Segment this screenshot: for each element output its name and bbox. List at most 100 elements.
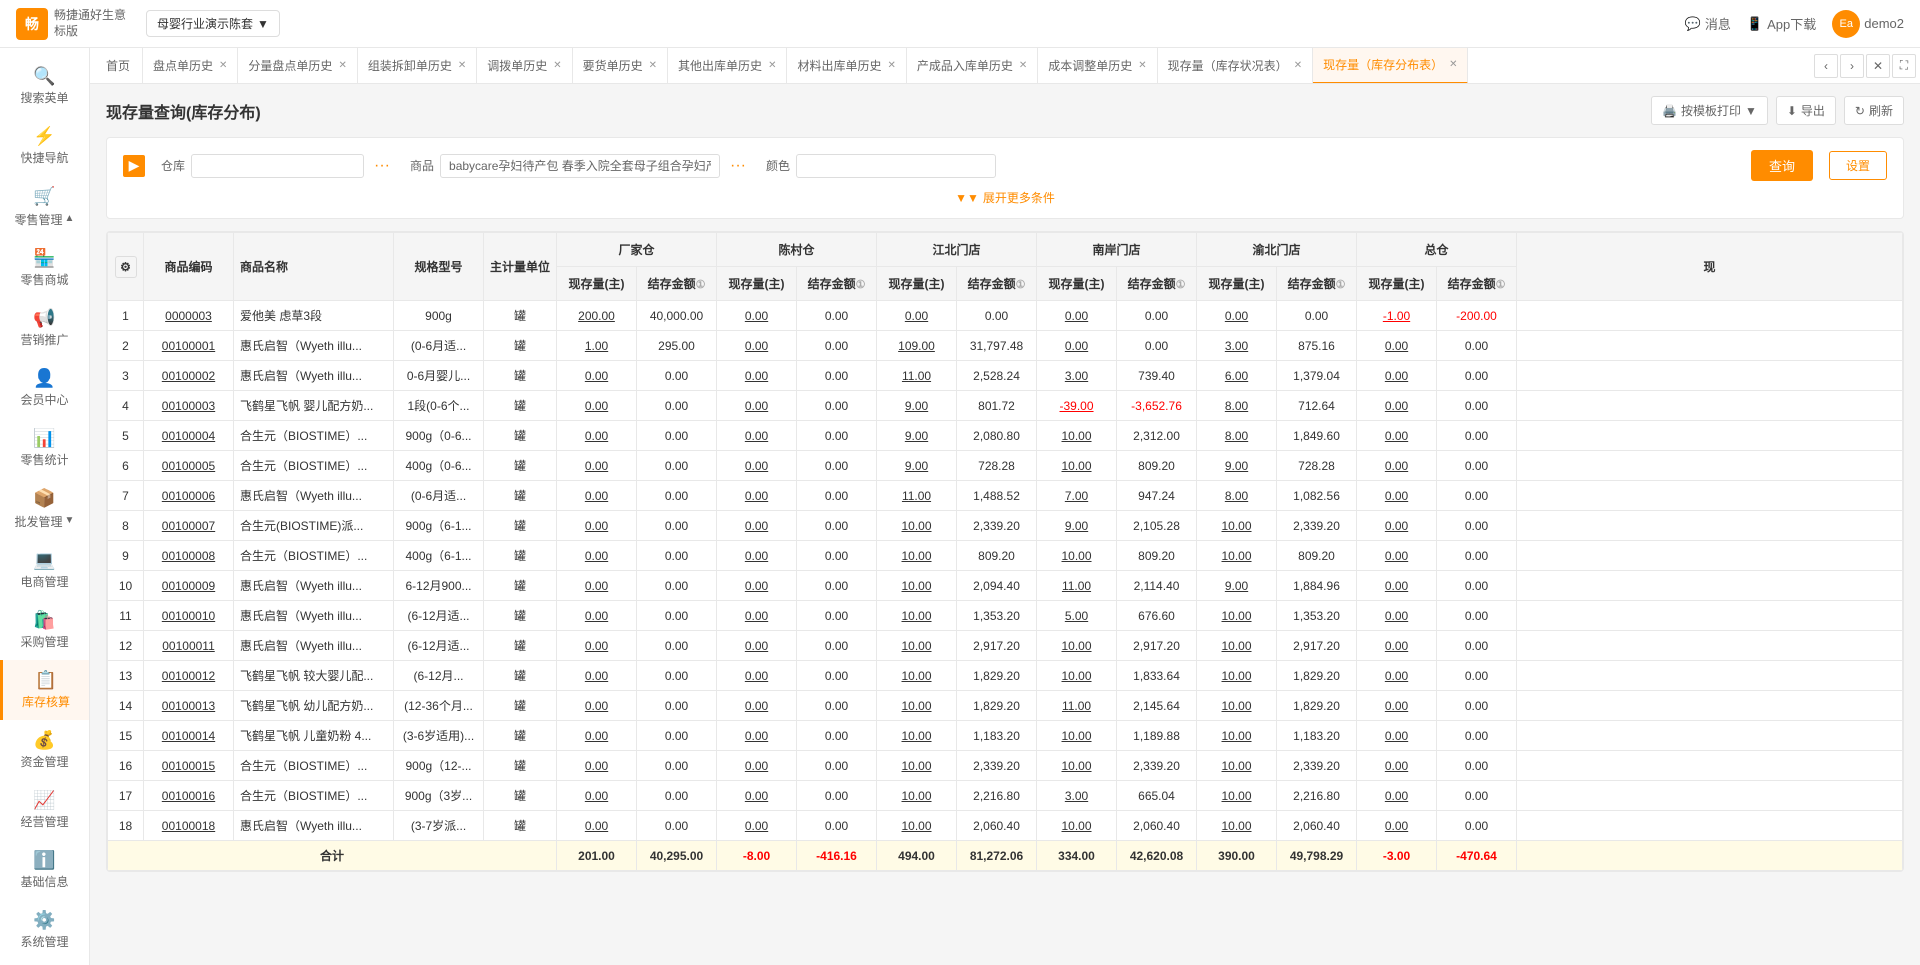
- cell-factory-stock[interactable]: 0.00: [557, 691, 637, 721]
- goods-input[interactable]: [440, 154, 720, 178]
- tab-cost-adjust[interactable]: 成本调整单历史 ✕: [1038, 48, 1157, 84]
- cell-factory-stock[interactable]: 0.00: [557, 631, 637, 661]
- tab-close-finished[interactable]: ✕: [1019, 60, 1027, 71]
- cell-yubeimen-stock[interactable]: 10.00: [1197, 721, 1277, 751]
- cell-nanan-stock[interactable]: 5.00: [1037, 601, 1117, 631]
- cell-nanan-stock[interactable]: 11.00: [1037, 571, 1117, 601]
- cell-code[interactable]: 00100006: [144, 481, 234, 511]
- warehouse-input[interactable]: [191, 154, 364, 178]
- cell-w2-stock[interactable]: 0.00: [717, 481, 797, 511]
- cell-yubeimen-stock[interactable]: 9.00: [1197, 451, 1277, 481]
- tab-close-transfer[interactable]: ✕: [553, 60, 561, 71]
- tab-close-inv-dist[interactable]: ✕: [1449, 59, 1457, 70]
- factory-info-icon[interactable]: ①: [696, 279, 706, 291]
- cell-yubeimen-stock[interactable]: 3.00: [1197, 331, 1277, 361]
- w2-info-icon[interactable]: ①: [856, 279, 866, 291]
- cell-w2-stock[interactable]: 0.00: [717, 421, 797, 451]
- cell-w2-stock[interactable]: 0.00: [717, 301, 797, 331]
- color-input[interactable]: [796, 154, 996, 178]
- tab-fullscreen-btn[interactable]: ⛶: [1892, 54, 1916, 78]
- cell-code[interactable]: 00100009: [144, 571, 234, 601]
- cell-factory-stock[interactable]: 0.00: [557, 361, 637, 391]
- cell-jiangbei-stock[interactable]: 10.00: [877, 601, 957, 631]
- cell-w2-stock[interactable]: 0.00: [717, 781, 797, 811]
- cell-total-stock[interactable]: 0.00: [1357, 751, 1437, 781]
- tab-stocktake[interactable]: 盘点单历史 ✕: [143, 48, 238, 84]
- cell-jiangbei-stock[interactable]: 9.00: [877, 421, 957, 451]
- sidebar-item-marketing[interactable]: 📢 营销推广: [0, 298, 89, 358]
- cell-yubeimen-stock[interactable]: 10.00: [1197, 541, 1277, 571]
- tab-transfer[interactable]: 调拨单历史 ✕: [477, 48, 572, 84]
- cell-w2-stock[interactable]: 0.00: [717, 631, 797, 661]
- cell-factory-stock[interactable]: 0.00: [557, 571, 637, 601]
- cell-total-stock[interactable]: 0.00: [1357, 691, 1437, 721]
- warehouse-more-btn[interactable]: ···: [374, 157, 390, 175]
- cell-total-stock[interactable]: 0.00: [1357, 661, 1437, 691]
- cell-factory-stock[interactable]: 0.00: [557, 451, 637, 481]
- cell-factory-stock[interactable]: 0.00: [557, 481, 637, 511]
- cell-jiangbei-stock[interactable]: 10.00: [877, 781, 957, 811]
- tab-other-out[interactable]: 其他出库单历史 ✕: [668, 48, 787, 84]
- cell-total-stock[interactable]: 0.00: [1357, 361, 1437, 391]
- cell-factory-stock[interactable]: 0.00: [557, 721, 637, 751]
- cell-factory-stock[interactable]: 0.00: [557, 811, 637, 841]
- jiangbei-info-icon[interactable]: ①: [1016, 279, 1026, 291]
- cell-total-stock[interactable]: 0.00: [1357, 391, 1437, 421]
- cell-jiangbei-stock[interactable]: 11.00: [877, 361, 957, 391]
- tab-inventory-status[interactable]: 现存量（库存状况表） ✕: [1158, 48, 1313, 84]
- cell-nanan-stock[interactable]: 11.00: [1037, 691, 1117, 721]
- cell-w2-stock[interactable]: 0.00: [717, 751, 797, 781]
- cell-factory-stock[interactable]: 0.00: [557, 511, 637, 541]
- cell-code[interactable]: 00100010: [144, 601, 234, 631]
- sidebar-item-stats[interactable]: 📊 零售统计: [0, 418, 89, 478]
- cell-factory-stock[interactable]: 0.00: [557, 661, 637, 691]
- cell-jiangbei-stock[interactable]: 10.00: [877, 631, 957, 661]
- nanan-info-icon[interactable]: ①: [1176, 279, 1186, 291]
- sidebar-item-ecommerce[interactable]: 💻 电商管理: [0, 540, 89, 600]
- goods-more-btn[interactable]: ···: [730, 157, 746, 175]
- cell-nanan-stock[interactable]: 10.00: [1037, 751, 1117, 781]
- sidebar-item-finance[interactable]: 💰 资金管理: [0, 720, 89, 780]
- cell-nanan-stock[interactable]: 9.00: [1037, 511, 1117, 541]
- cell-jiangbei-stock[interactable]: 10.00: [877, 721, 957, 751]
- cell-w2-stock[interactable]: 0.00: [717, 451, 797, 481]
- sidebar-item-operations[interactable]: 📈 经营管理: [0, 780, 89, 840]
- cell-jiangbei-stock[interactable]: 0.00: [877, 301, 957, 331]
- cell-code[interactable]: 00100015: [144, 751, 234, 781]
- cell-nanan-stock[interactable]: 10.00: [1037, 631, 1117, 661]
- user-profile-btn[interactable]: Ea demo2: [1832, 10, 1904, 38]
- tab-home[interactable]: 首页: [94, 48, 143, 84]
- cell-total-stock[interactable]: 0.00: [1357, 571, 1437, 601]
- sidebar-item-basic[interactable]: ℹ️ 基础信息: [0, 840, 89, 900]
- sidebar-item-enterprise[interactable]: 🤝 企业协同: [0, 960, 89, 965]
- cell-code[interactable]: 00100002: [144, 361, 234, 391]
- cell-total-stock[interactable]: 0.00: [1357, 511, 1437, 541]
- cell-total-stock[interactable]: 0.00: [1357, 721, 1437, 751]
- cell-code[interactable]: 00100007: [144, 511, 234, 541]
- cell-w2-stock[interactable]: 0.00: [717, 571, 797, 601]
- filter-expand-more[interactable]: ▼▼ 展开更多条件: [123, 189, 1887, 206]
- export-btn[interactable]: ⬇ 导出: [1776, 96, 1836, 125]
- cell-nanan-stock[interactable]: 10.00: [1037, 541, 1117, 571]
- cell-code[interactable]: 00100013: [144, 691, 234, 721]
- tab-close-assembly[interactable]: ✕: [458, 60, 466, 71]
- filter-expand-arrow[interactable]: ▶: [123, 155, 145, 177]
- cell-total-stock[interactable]: -1.00: [1357, 301, 1437, 331]
- cell-jiangbei-stock[interactable]: 10.00: [877, 571, 957, 601]
- tab-finished-in[interactable]: 产成品入库单历史 ✕: [907, 48, 1038, 84]
- cell-jiangbei-stock[interactable]: 10.00: [877, 751, 957, 781]
- sidebar-item-wholesale[interactable]: 📦 批发管理 ▼: [0, 478, 89, 540]
- yubeimen-info-icon[interactable]: ①: [1336, 279, 1346, 291]
- cell-w2-stock[interactable]: 0.00: [717, 601, 797, 631]
- print-btn[interactable]: 🖨️ 按模板打印 ▼: [1651, 96, 1768, 125]
- cell-w2-stock[interactable]: 0.00: [717, 361, 797, 391]
- cell-nanan-stock[interactable]: -39.00: [1037, 391, 1117, 421]
- tab-close-stocktake[interactable]: ✕: [219, 60, 227, 71]
- cell-w2-stock[interactable]: 0.00: [717, 721, 797, 751]
- sidebar-item-inventory[interactable]: 📋 库存核算: [0, 660, 89, 720]
- tab-close-all-btn[interactable]: ✕: [1866, 54, 1890, 78]
- cell-yubeimen-stock[interactable]: 10.00: [1197, 661, 1277, 691]
- cell-yubeimen-stock[interactable]: 10.00: [1197, 601, 1277, 631]
- tab-branch-stocktake[interactable]: 分量盘点单历史 ✕: [238, 48, 357, 84]
- cell-total-stock[interactable]: 0.00: [1357, 811, 1437, 841]
